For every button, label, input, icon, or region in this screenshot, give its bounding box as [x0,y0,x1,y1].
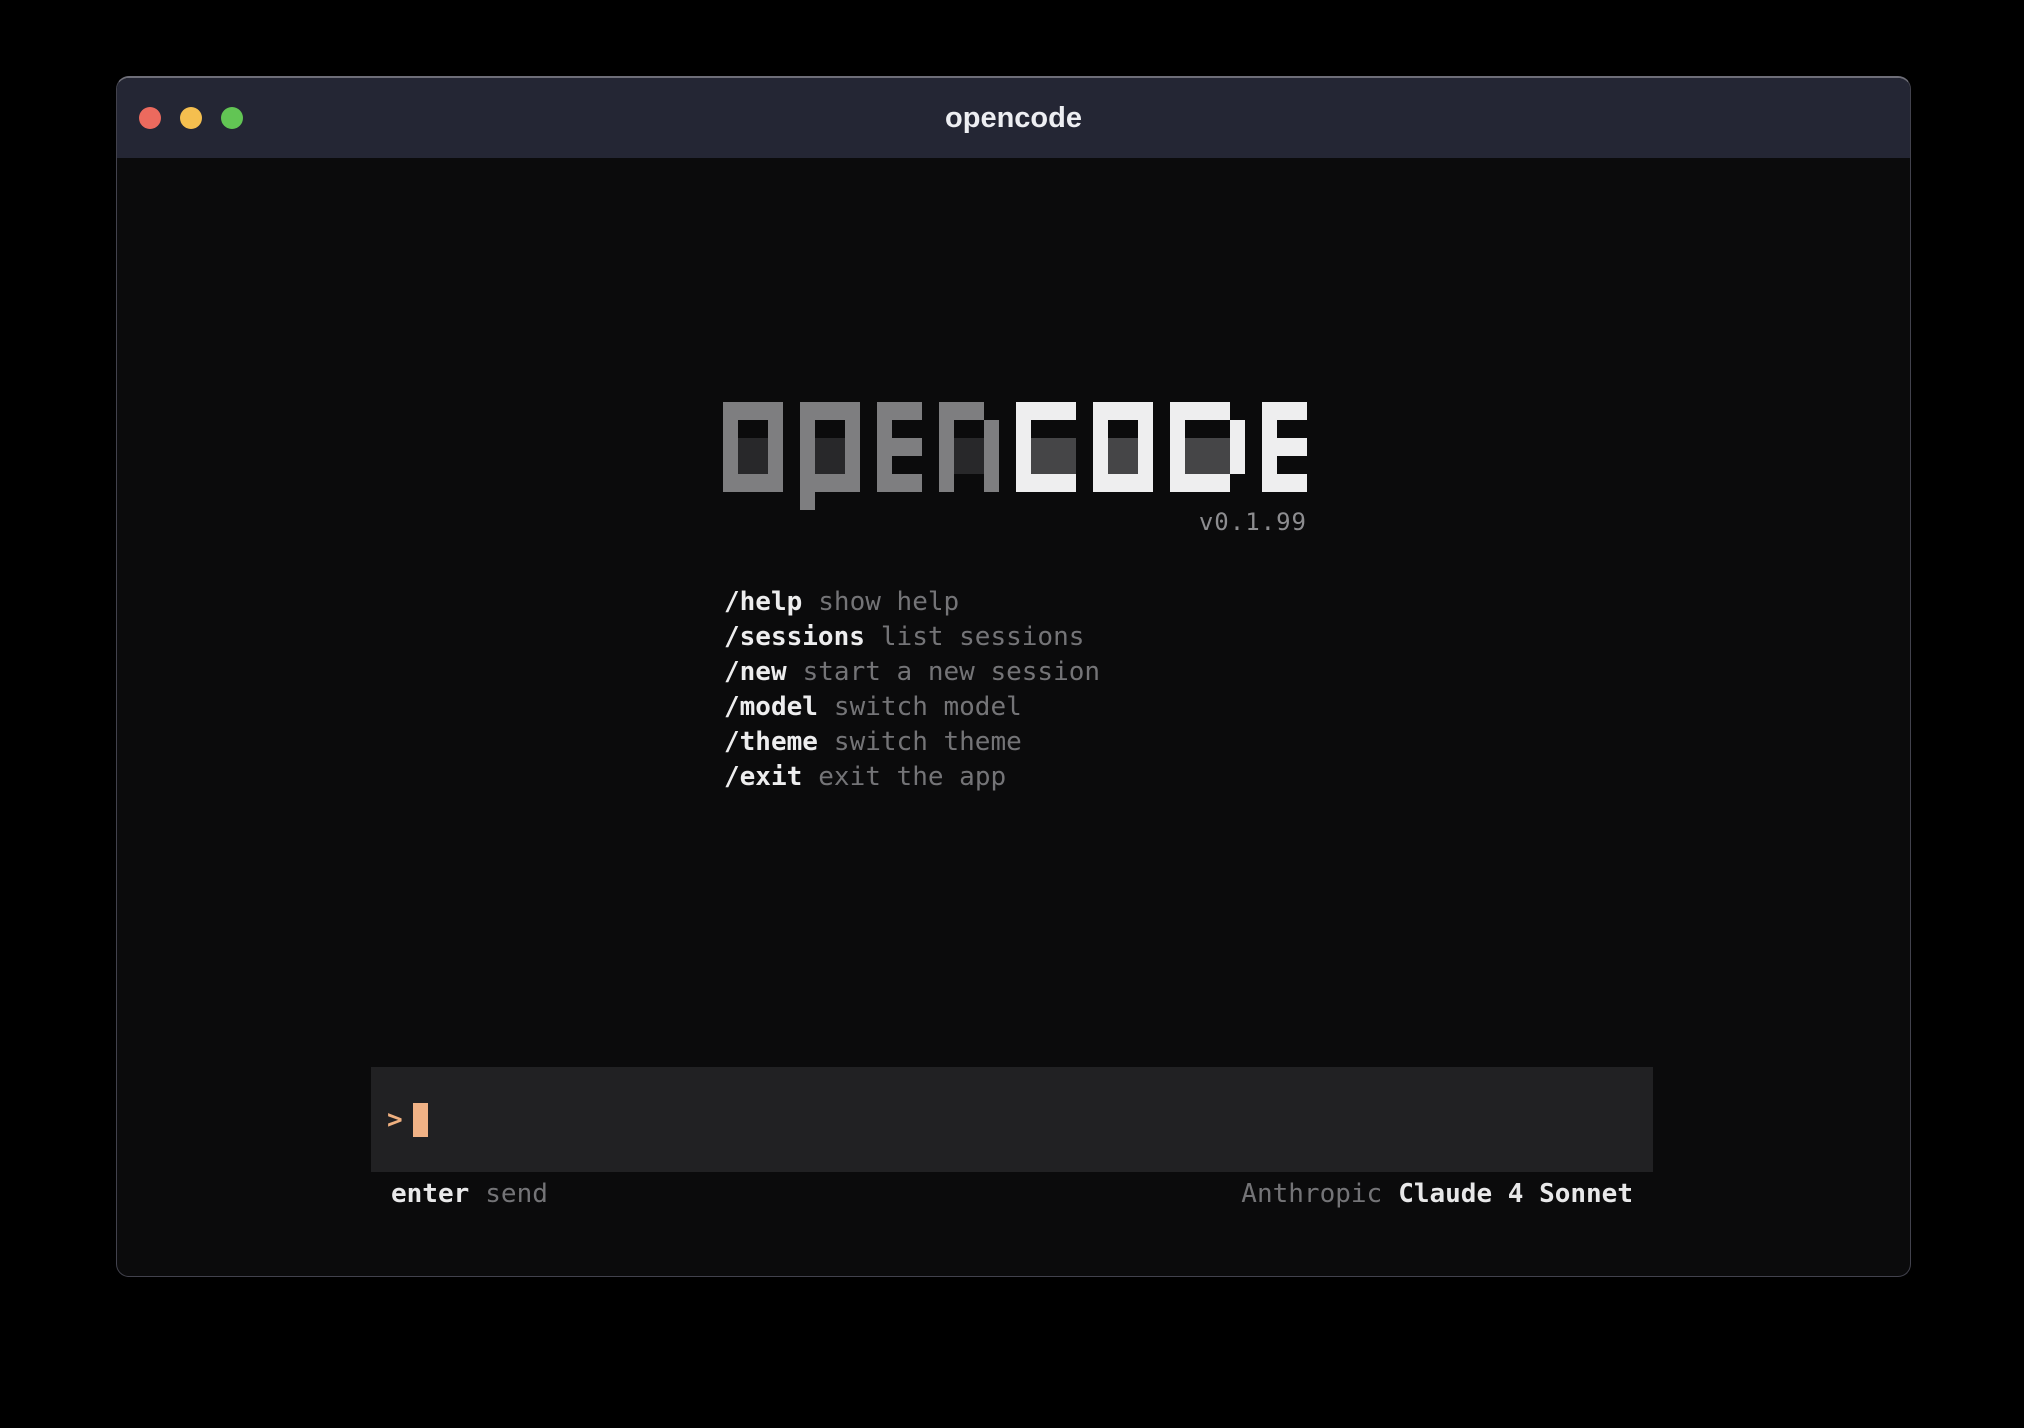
command-description: switch model [834,692,1022,722]
command-item: /new start a new session [724,655,1100,690]
model-label: Claude 4 Sonnet [1398,1179,1633,1209]
command-name: /exit [724,762,802,792]
command-description: list sessions [881,622,1085,652]
command-name: /model [724,692,818,722]
command-description: show help [818,587,959,617]
traffic-lights [139,78,243,158]
send-action-label: send [485,1179,548,1209]
minimize-button[interactable] [180,107,202,129]
logo-letter-c [1016,402,1076,492]
command-name: /new [724,657,787,687]
command-item: /sessions list sessions [724,620,1100,655]
command-name: /help [724,587,802,617]
command-name: /sessions [724,622,865,652]
command-item: /exit exit the app [724,760,1100,795]
terminal-content: v0.1.99 /help show help/sessions list sess… [117,158,1910,1276]
prompt-input[interactable]: > [371,1067,1653,1172]
zoom-button[interactable] [221,107,243,129]
model-indicator[interactable]: Anthropic Claude 4 Sonnet [1241,1178,1633,1210]
command-name: /theme [724,727,818,757]
command-item: /model switch model [724,690,1100,725]
logo-letter-e [1262,402,1307,492]
opencode-logo [723,402,1307,510]
logo-letter-d [1170,402,1245,492]
text-cursor [413,1103,428,1137]
command-item: /help show help [724,585,1100,620]
command-description: exit the app [818,762,1006,792]
keybind-hint: enter send [391,1178,548,1210]
opencode-window: opencode v0.1.99 /help show help/sessions… [116,76,1911,1277]
prompt-symbol: > [387,1105,403,1135]
close-button[interactable] [139,107,161,129]
logo-letter-o [723,402,783,492]
logo-letter-e [877,402,922,492]
logo-letter-n [939,402,999,492]
window-title: opencode [945,102,1082,135]
command-list: /help show help/sessions list sessions/new… [724,585,1100,795]
logo-letter-o [1093,402,1153,492]
provider-label: Anthropic [1241,1179,1382,1209]
enter-key-label: enter [391,1179,469,1209]
status-bar: enter send Anthropic Claude 4 Sonnet [371,1178,1653,1210]
logo-letter-p [800,402,860,510]
version-label: v0.1.99 [723,508,1307,536]
window-titlebar[interactable]: opencode [117,78,1910,158]
command-description: switch theme [834,727,1022,757]
command-description: start a new session [803,657,1100,687]
command-item: /theme switch theme [724,725,1100,760]
